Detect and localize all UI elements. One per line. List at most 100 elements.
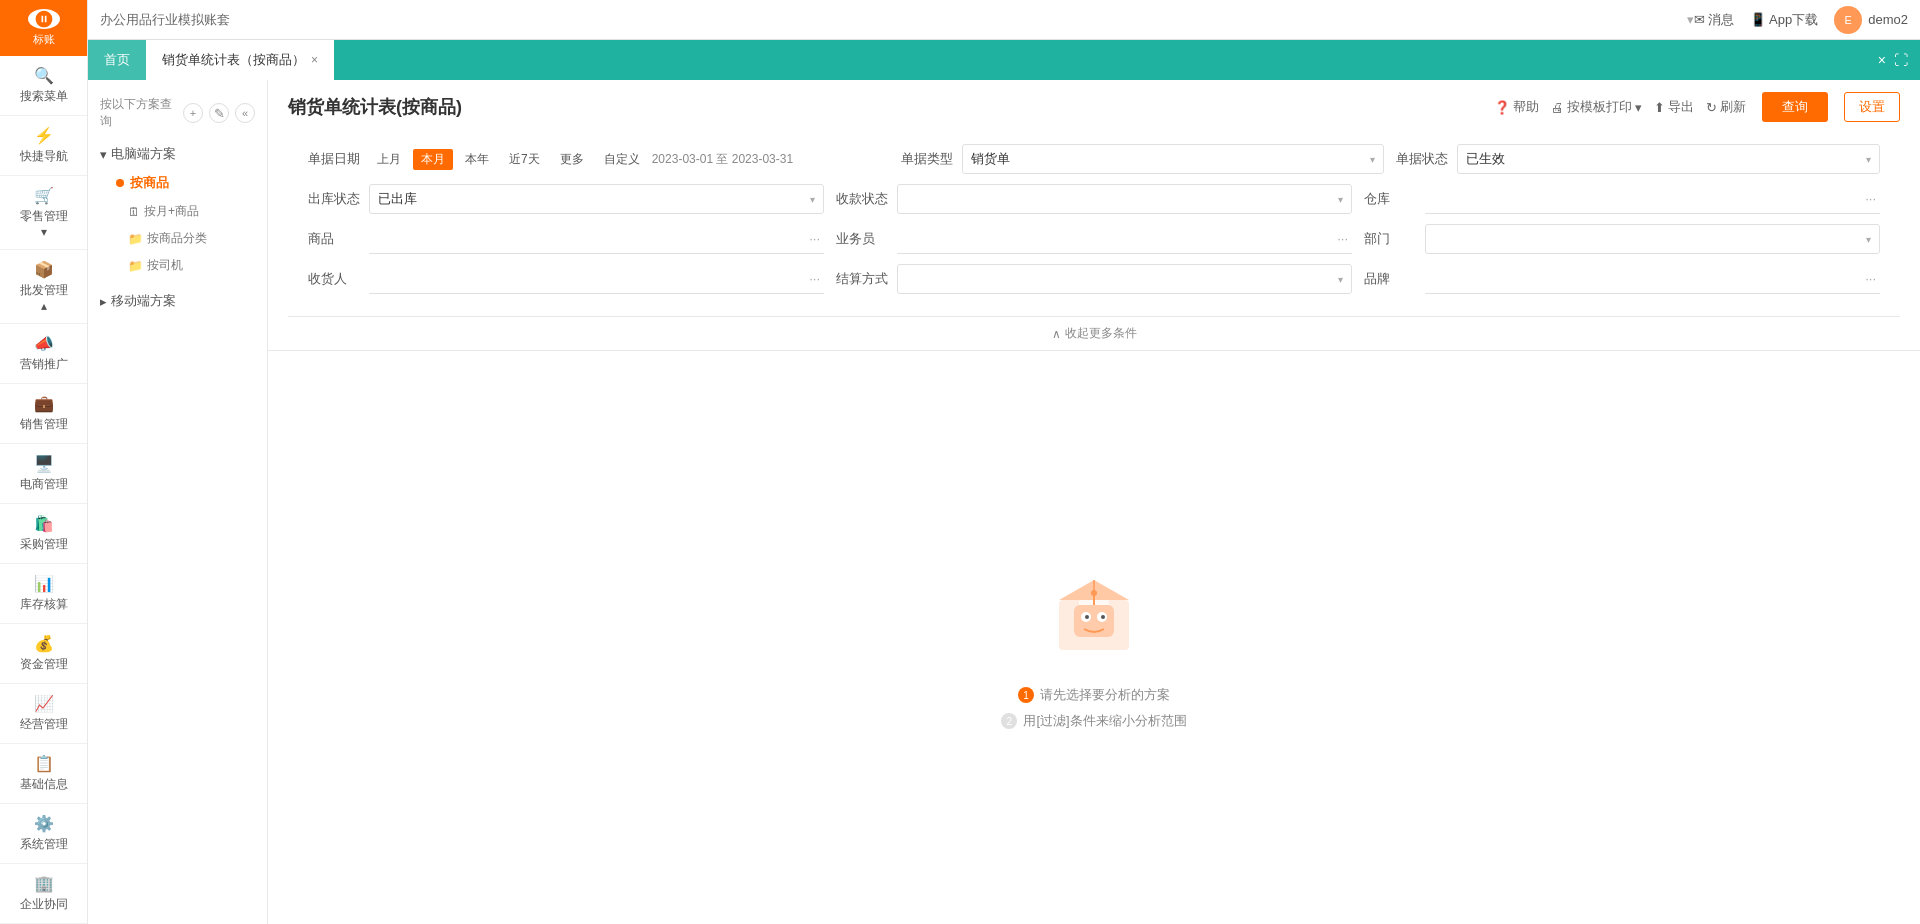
export-btn[interactable]: ⬆ 导出 bbox=[1654, 98, 1694, 116]
collapse-panel-btn[interactable]: « bbox=[235, 103, 255, 123]
sidebar-item-finance[interactable]: 💰 资金管理 bbox=[0, 624, 87, 684]
sidebar-item-enterprise[interactable]: 🏢 企业协同 bbox=[0, 864, 87, 924]
product-input[interactable]: ··· bbox=[369, 224, 824, 254]
window-expand-btn[interactable]: ⛶ bbox=[1894, 52, 1908, 68]
main-area: 办公用品行业模拟账套 ▾ ✉ 消息 📱 App下载 E demo2 首页 销货单… bbox=[88, 0, 1920, 924]
sidebar-item-operation[interactable]: 📈 经营管理 bbox=[0, 684, 87, 744]
date-tabs: 上月 本月 本年 近7天 更多 自定义 2023-03-01 至 2023-03… bbox=[369, 149, 889, 170]
status-dropdown[interactable]: 已生效 ▾ bbox=[1457, 144, 1880, 174]
help-btn[interactable]: ❓ 帮助 bbox=[1494, 98, 1539, 116]
filter-cell-salesperson: 业务员 ··· bbox=[836, 224, 1352, 254]
system-icon: ⚙️ bbox=[34, 814, 54, 833]
sidebar-item-basic[interactable]: 📋 基础信息 bbox=[0, 744, 87, 804]
home-tab-label: 首页 bbox=[104, 51, 130, 69]
set-button[interactable]: 设置 bbox=[1844, 92, 1900, 122]
window-close-btn[interactable]: × bbox=[1878, 52, 1886, 68]
marketing-icon: 📣 bbox=[34, 334, 54, 353]
sidebar-item-wholesale[interactable]: 📦 批发管理 ▴ bbox=[0, 250, 87, 324]
app-download-btn[interactable]: 📱 App下载 bbox=[1750, 11, 1818, 29]
tree-item-by-month-product[interactable]: 🗓 按月+商品 bbox=[88, 198, 267, 225]
tree-group-pc[interactable]: ▾ 电脑端方案 bbox=[88, 140, 267, 168]
sidebar-item-search[interactable]: 🔍 搜索菜单 bbox=[0, 56, 87, 116]
brand-input[interactable]: ··· bbox=[1425, 264, 1880, 294]
sidebar-item-sales[interactable]: 💼 销售管理 bbox=[0, 384, 87, 444]
wholesale-icon: 📦 bbox=[34, 260, 54, 279]
retail-icon: 🛒 bbox=[34, 186, 54, 205]
warehouse-value[interactable]: ··· bbox=[1425, 184, 1880, 214]
tree-item-by-category[interactable]: 📁 按商品分类 bbox=[88, 225, 267, 252]
filter-cell-product: 商品 ··· bbox=[308, 224, 824, 254]
dept-dropdown[interactable]: ▾ bbox=[1425, 224, 1880, 254]
refresh-btn[interactable]: ↻ 刷新 bbox=[1706, 98, 1746, 116]
outstatus-dropdown[interactable]: 已出库 ▾ bbox=[369, 184, 824, 214]
date-label: 单据日期 bbox=[308, 150, 363, 168]
active-tab-label: 销货单统计表（按商品） bbox=[162, 51, 305, 69]
sidebar-item-system[interactable]: ⚙️ 系统管理 bbox=[0, 804, 87, 864]
sidebar-item-label: 电商管理 bbox=[20, 476, 68, 493]
type-dropdown[interactable]: 销货单 ▾ bbox=[962, 144, 1385, 174]
page-actions: ❓ 帮助 🖨 按模板打印 ▾ ⬆ 导出 bbox=[1494, 98, 1746, 116]
date-tab-thismonth[interactable]: 本月 bbox=[413, 149, 453, 170]
tree-icon: 📁 bbox=[128, 259, 143, 273]
operation-icon: 📈 bbox=[34, 694, 54, 713]
tree-item-by-driver[interactable]: 📁 按司机 bbox=[88, 252, 267, 279]
tab-window-btns: × ⛶ bbox=[1878, 52, 1920, 68]
salesperson-input[interactable]: ··· bbox=[897, 224, 1352, 254]
date-tab-custom[interactable]: 自定义 bbox=[596, 149, 648, 170]
query-button[interactable]: 查询 bbox=[1762, 92, 1828, 122]
settlement-dropdown[interactable]: ▾ bbox=[897, 264, 1352, 294]
status-arrow: ▾ bbox=[1866, 154, 1871, 165]
sidebar-item-marketing[interactable]: 📣 营销推广 bbox=[0, 324, 87, 384]
sidebar-item-ecommerce[interactable]: 🖥️ 电商管理 bbox=[0, 444, 87, 504]
ecommerce-icon: 🖥️ bbox=[34, 454, 54, 473]
add-scheme-btn[interactable]: + bbox=[183, 103, 203, 123]
avatar: E bbox=[1834, 6, 1862, 34]
active-dot bbox=[116, 179, 124, 187]
tree-pc-section: ▾ 电脑端方案 按商品 🗓 按月+商品 📁 按商品分类 📁 按司机 bbox=[88, 136, 267, 283]
sidebar-item-quicknav[interactable]: ⚡ 快捷导航 bbox=[0, 116, 87, 176]
sidebar-item-label: 批发管理 bbox=[20, 282, 68, 299]
page-title-row: 销货单统计表(按商品) ❓ 帮助 🖨 按模板打印 ▾ bbox=[288, 92, 1900, 122]
date-tab-more[interactable]: 更多 bbox=[552, 149, 592, 170]
status-label: 单据状态 bbox=[1396, 150, 1451, 168]
topbar-dropdown-arrow[interactable]: ▾ bbox=[1687, 12, 1694, 27]
type-label: 单据类型 bbox=[901, 150, 956, 168]
topbar-actions: ✉ 消息 📱 App下载 E demo2 bbox=[1694, 6, 1908, 34]
type-arrow: ▾ bbox=[1370, 154, 1375, 165]
search-icon: 🔍 bbox=[34, 66, 54, 85]
date-tab-lastmonth[interactable]: 上月 bbox=[369, 149, 409, 170]
product-dots: ··· bbox=[809, 231, 820, 246]
message-btn[interactable]: ✉ 消息 bbox=[1694, 11, 1734, 29]
receiver-input[interactable]: ··· bbox=[369, 264, 824, 294]
edit-scheme-btn[interactable]: ✎ bbox=[209, 103, 229, 123]
warehouse-label: 仓库 bbox=[1364, 190, 1419, 208]
filter-cell-outstatus: 出库状态 已出库 ▾ bbox=[308, 184, 824, 214]
receivestatus-dropdown[interactable]: ▾ bbox=[897, 184, 1352, 214]
collapse-bar[interactable]: ∧ 收起更多条件 bbox=[288, 316, 1900, 350]
sidebar-item-label: 采购管理 bbox=[20, 536, 68, 553]
print-btn[interactable]: 🖨 按模板打印 ▾ bbox=[1551, 98, 1642, 116]
tab-home[interactable]: 首页 bbox=[88, 40, 146, 80]
left-panel-header: 按以下方案查询 + ✎ « bbox=[88, 90, 267, 136]
outstatus-value: 已出库 bbox=[378, 190, 417, 208]
date-tab-thisyear[interactable]: 本年 bbox=[457, 149, 497, 170]
empty-state: 1 请先选择要分析的方案 2 用[过滤]条件来缩小分析范围 bbox=[268, 351, 1920, 924]
tree-group-mobile[interactable]: ▸ 移动端方案 bbox=[88, 287, 267, 315]
tree-item-by-product[interactable]: 按商品 bbox=[88, 168, 267, 198]
settlement-label: 结算方式 bbox=[836, 270, 891, 288]
sidebar-item-label: 经营管理 bbox=[20, 716, 68, 733]
filter-cell-dept: 部门 ▾ bbox=[1364, 224, 1880, 254]
sidebar-item-inventory[interactable]: 📊 库存核算 bbox=[0, 564, 87, 624]
user-area[interactable]: E demo2 bbox=[1834, 6, 1908, 34]
sidebar-item-label: 系统管理 bbox=[20, 836, 68, 853]
sidebar-item-purchase[interactable]: 🛍️ 采购管理 bbox=[0, 504, 87, 564]
svg-point-10 bbox=[1091, 590, 1097, 596]
tab-active[interactable]: 销货单统计表（按商品） × bbox=[146, 40, 334, 80]
tab-close-icon[interactable]: × bbox=[311, 53, 318, 67]
date-tab-7days[interactable]: 近7天 bbox=[501, 149, 548, 170]
filter-cell-brand: 品牌 ··· bbox=[1364, 264, 1880, 294]
sidebar-item-label: 基础信息 bbox=[20, 776, 68, 793]
sidebar-item-retail[interactable]: 🛒 零售管理 ▾ bbox=[0, 176, 87, 250]
tree-icon: 🗓 bbox=[128, 205, 140, 219]
filter-cell-date: 单据日期 上月 本月 本年 近7天 更多 自定义 2023-03-01 至 20… bbox=[308, 149, 889, 170]
